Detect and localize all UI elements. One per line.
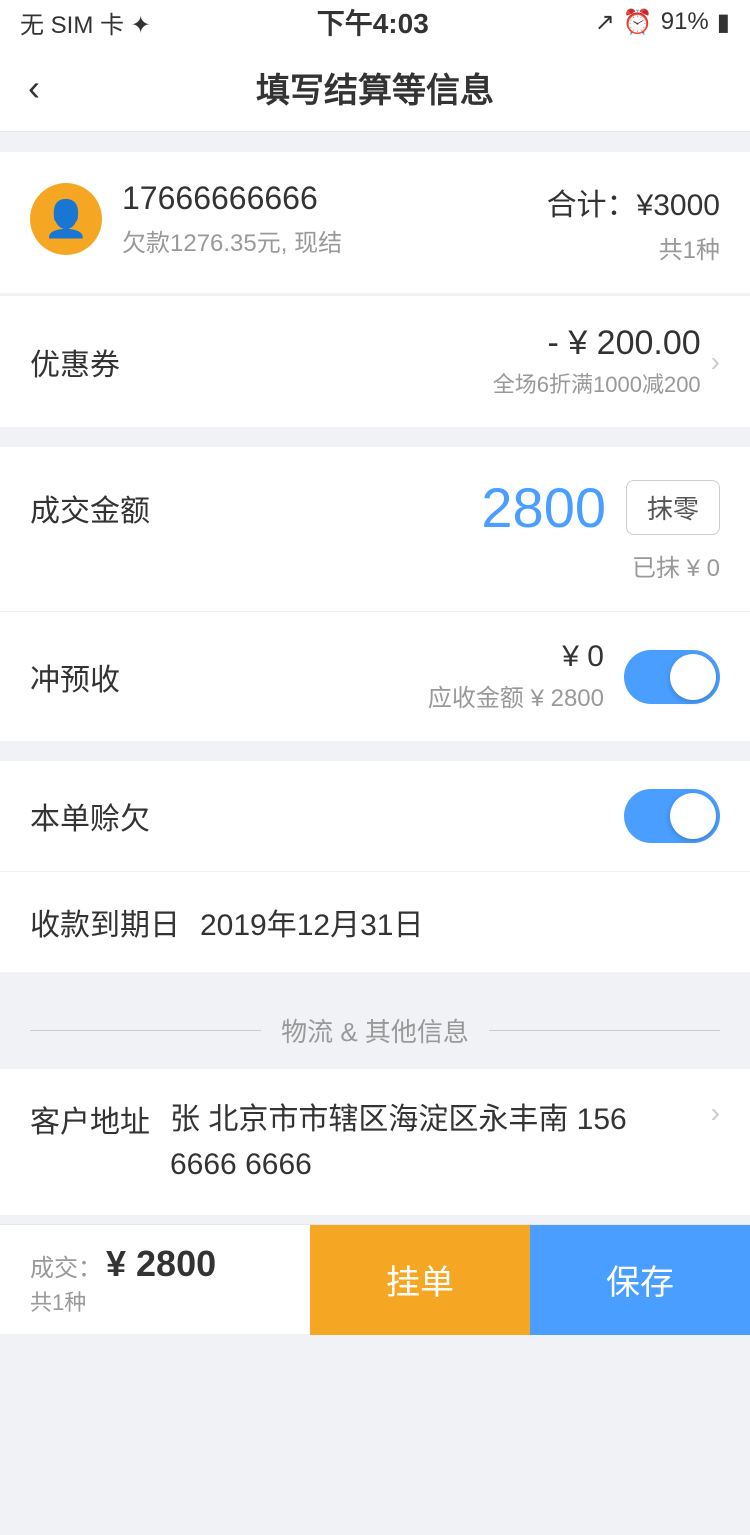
duedate-value: 2019年12月31日 xyxy=(200,900,423,944)
avatar-icon: 👤 xyxy=(44,198,89,240)
section-divider-2 xyxy=(0,741,750,761)
charge-amount-col: ¥ 0 应收金额 ¥ 2800 xyxy=(428,640,604,713)
coupon-label: 优惠券 xyxy=(30,340,120,384)
deal-amount: 2800 xyxy=(481,475,606,540)
credit-toggle[interactable] xyxy=(624,789,720,843)
address-row[interactable]: 客户地址 张 北京市市辖区海淀区永丰南 156 6666 6666 › xyxy=(0,1069,750,1215)
address-chevron-icon: › xyxy=(711,1097,720,1129)
customer-card: 👤 17666666666 欠款1276.35元, 现结 合计：¥3000 共1… xyxy=(0,152,750,293)
page-title: 填写结算等信息 xyxy=(256,63,494,112)
status-right: ↗ ⏰ 91% ▮ xyxy=(595,8,730,37)
deal-sub-row: 已抹 ¥ 0 xyxy=(30,548,720,583)
back-button[interactable]: ‹ xyxy=(28,67,40,109)
deal-section: 成交金额 2800 抹零 已抹 ¥ 0 xyxy=(0,447,750,611)
logistics-title: 物流 & 其他信息 xyxy=(281,1012,469,1049)
alarm-icon: ⏰ xyxy=(623,8,653,37)
deal-sub: 已抹 ¥ 0 xyxy=(632,555,720,582)
status-left: 无 SIM 卡 ✦ xyxy=(20,5,151,40)
credit-row: 本单赊欠 xyxy=(0,761,750,871)
charge-right: ¥ 0 应收金额 ¥ 2800 xyxy=(428,640,720,713)
customer-left: 👤 17666666666 欠款1276.35元, 现结 xyxy=(30,180,342,258)
coupon-desc: 全场6折满1000减200 xyxy=(493,367,701,399)
coupon-discount: - ¥ 200.00 xyxy=(493,324,701,363)
total-amount: 合计：¥3000 xyxy=(547,180,720,224)
footer-count: 共1种 xyxy=(30,1285,280,1317)
logistics-line-right xyxy=(489,1030,720,1031)
charge-label: 冲预收 xyxy=(30,655,120,699)
logistics-line-left xyxy=(30,1030,261,1031)
charge-sub: 应收金额 ¥ 2800 xyxy=(428,678,604,713)
charge-amount: ¥ 0 xyxy=(428,640,604,674)
footer: 成交： ¥ 2800 共1种 挂单 保存 xyxy=(0,1224,750,1334)
battery-label: 91% xyxy=(661,8,709,36)
footer-amount: ¥ 2800 xyxy=(106,1243,216,1285)
status-bar: 无 SIM 卡 ✦ 下午4:03 ↗ ⏰ 91% ▮ xyxy=(0,0,750,44)
coupon-row[interactable]: 优惠券 - ¥ 200.00 全场6折满1000减200 › xyxy=(0,295,750,427)
address-label: 客户地址 xyxy=(30,1097,150,1141)
round-button[interactable]: 抹零 xyxy=(626,480,720,535)
customer-right: 合计：¥3000 共1种 xyxy=(547,180,720,265)
footer-info: 成交： ¥ 2800 共1种 xyxy=(0,1243,310,1317)
nav-bar: ‹ 填写结算等信息 xyxy=(0,44,750,132)
section-divider-3 xyxy=(0,972,750,992)
deal-label: 成交金额 xyxy=(30,486,150,530)
coupon-info: - ¥ 200.00 全场6折满1000减200 xyxy=(493,324,701,399)
duedate-row: 收款到期日 2019年12月31日 xyxy=(0,871,750,972)
duedate-label: 收款到期日 xyxy=(30,900,180,944)
charge-row: 冲预收 ¥ 0 应收金额 ¥ 2800 xyxy=(0,611,750,741)
location-icon: ↗ xyxy=(595,8,615,37)
hold-button[interactable]: 挂单 xyxy=(310,1225,530,1335)
customer-info: 17666666666 欠款1276.35元, 现结 xyxy=(122,180,342,258)
deal-row: 成交金额 2800 抹零 xyxy=(30,475,720,540)
customer-phone: 17666666666 xyxy=(122,180,342,217)
avatar: 👤 xyxy=(30,183,102,255)
section-divider-1 xyxy=(0,427,750,447)
status-time: 下午4:03 xyxy=(317,2,429,42)
logistics-header: 物流 & 其他信息 xyxy=(0,992,750,1069)
charge-toggle[interactable] xyxy=(624,650,720,704)
footer-deal-label: 成交： xyxy=(30,1248,102,1283)
footer-deal-row: 成交： ¥ 2800 xyxy=(30,1243,280,1285)
credit-label: 本单赊欠 xyxy=(30,794,150,838)
deal-amount-wrapper: 2800 抹零 xyxy=(481,475,720,540)
coupon-right: - ¥ 200.00 全场6折满1000减200 › xyxy=(493,324,720,399)
save-button[interactable]: 保存 xyxy=(530,1225,750,1335)
battery-icon: ▮ xyxy=(717,8,730,37)
chevron-right-icon: › xyxy=(711,346,720,378)
sim-label: 无 SIM 卡 ✦ xyxy=(20,5,151,40)
address-value: 张 北京市市辖区海淀区永丰南 156 6666 6666 xyxy=(170,1097,691,1187)
customer-sub: 欠款1276.35元, 现结 xyxy=(122,223,342,258)
total-count: 共1种 xyxy=(547,230,720,265)
